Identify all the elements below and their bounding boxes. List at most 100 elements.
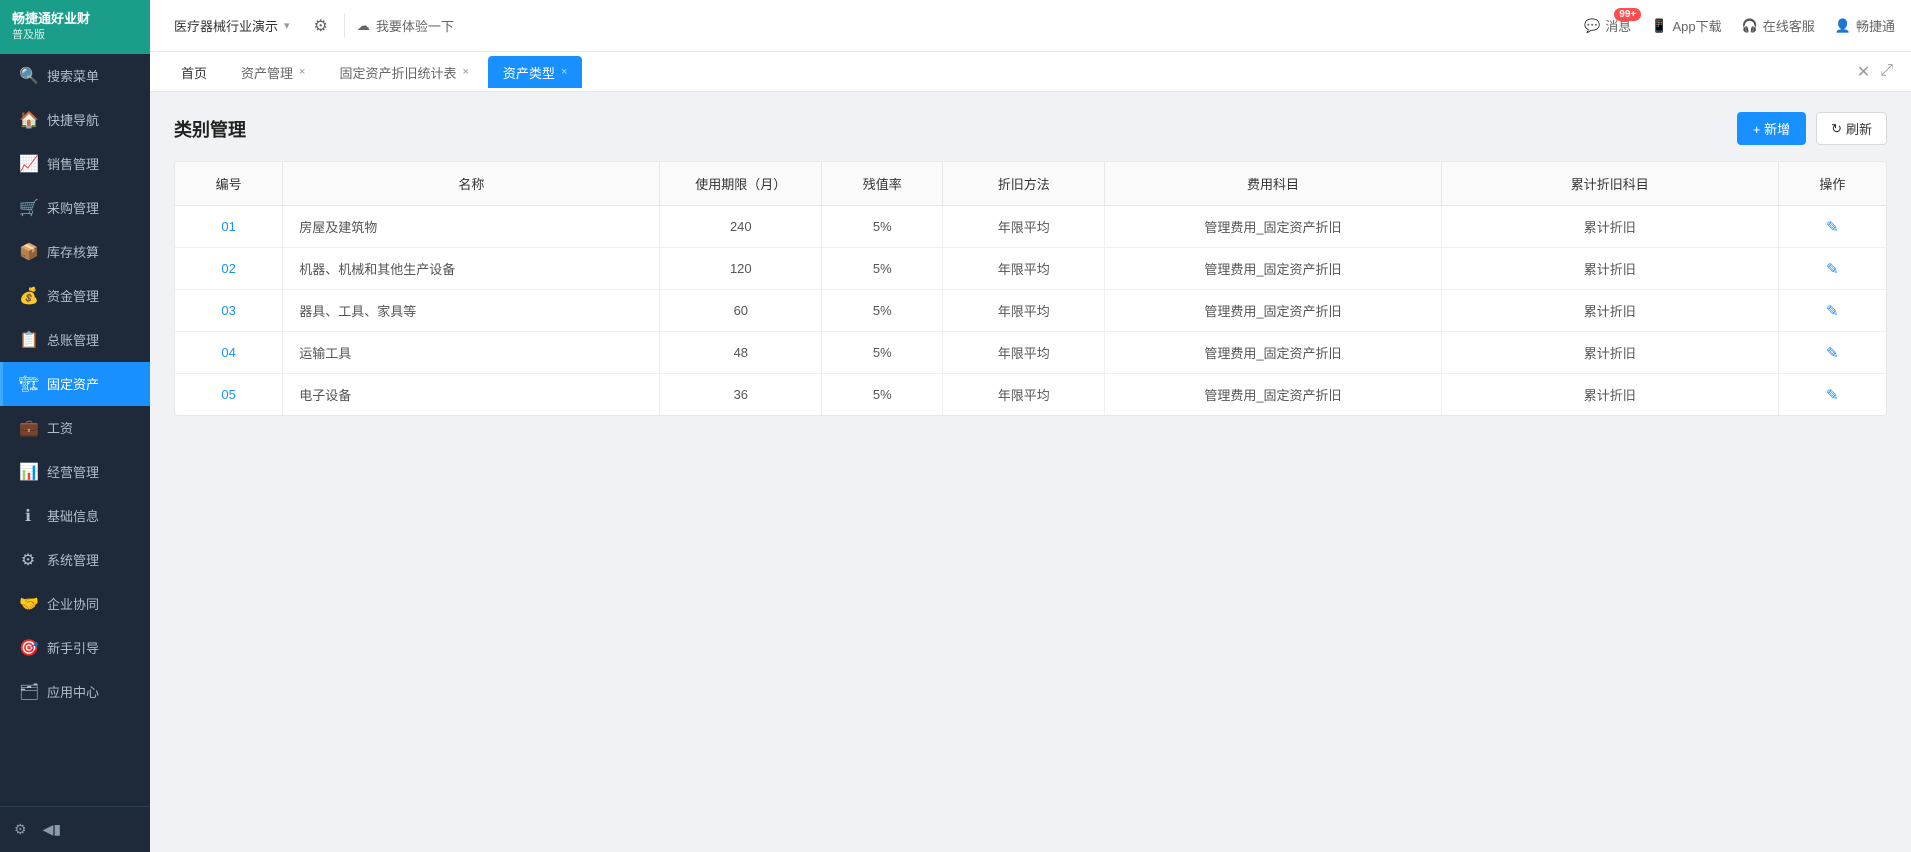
sidebar-label-8: 工资	[47, 418, 73, 437]
experience-label: 我要体验一下	[376, 16, 454, 35]
sidebar-item-6[interactable]: 📋总账管理	[0, 318, 150, 362]
edit-icon-4[interactable]: ✎	[1826, 387, 1839, 404]
sidebar-icon-1: 🏠	[19, 110, 37, 130]
cell-residual-4: 5%	[822, 374, 943, 416]
online-service-button[interactable]: 🎧 在线客服	[1742, 16, 1815, 35]
cell-method-0: 年限平均	[943, 206, 1105, 248]
experience-button[interactable]: ☁ 我要体验一下	[357, 16, 454, 35]
sidebar-item-9[interactable]: 📊 经营管理	[0, 450, 150, 494]
cell-accum-2: 累计折旧	[1441, 290, 1778, 332]
sidebar: 畅捷通好业财 普及版 🔍搜索菜单 🏠 快捷导航 📈销售管理🛒采购管理📦库存核算💰资金管…	[0, 0, 150, 852]
module-label: 医疗器械行业演示	[174, 16, 278, 35]
tab-label-2: 固定资产折旧统计表	[339, 63, 456, 82]
col-header-action: 操作	[1778, 162, 1886, 206]
sidebar-label-14: 应用中心	[47, 682, 99, 701]
cell-residual-3: 5%	[822, 332, 943, 374]
tab-0[interactable]: 首页	[166, 56, 222, 88]
sidebar-item-13[interactable]: 🎯 新手引导	[0, 626, 150, 670]
header-actions: + 新增 ↻ 刷新	[1737, 112, 1887, 145]
topbar-divider	[344, 14, 345, 38]
user-profile[interactable]: 👤 畅捷通	[1835, 16, 1895, 35]
sidebar-item-7[interactable]: 🏗固定资产	[0, 362, 150, 406]
tab-close-3[interactable]: ×	[561, 66, 567, 78]
sidebar-item-0[interactable]: 🔍搜索菜单	[0, 54, 150, 98]
sidebar-label-13: 新手引导	[47, 638, 99, 657]
sidebar-label-9: 经营管理	[47, 462, 99, 481]
maximize-icon[interactable]: ⤢	[1878, 60, 1895, 84]
cell-action-2: ✎	[1778, 290, 1886, 332]
table-header: 编号 名称 使用期限（月） 残值率 折旧方法 费用科目 累计折旧科目 操作	[175, 162, 1886, 206]
tab-2[interactable]: 固定资产折旧统计表 ×	[324, 56, 483, 88]
sidebar-icon-13: 🎯	[19, 638, 37, 658]
sidebar-item-12[interactable]: 🤝 企业协同	[0, 582, 150, 626]
cell-code-3: 04	[175, 332, 283, 374]
col-header-name: 名称	[283, 162, 660, 206]
cell-period-2: 60	[660, 290, 822, 332]
edit-icon-0[interactable]: ✎	[1826, 219, 1839, 236]
edit-icon-3[interactable]: ✎	[1826, 345, 1839, 362]
service-icon: 🎧	[1742, 18, 1758, 34]
collapse-icon[interactable]: ◀▮	[39, 817, 65, 842]
module-settings-icon[interactable]: ⚙	[310, 12, 332, 40]
cell-residual-0: 5%	[822, 206, 943, 248]
sidebar-label-6: 总账管理	[47, 330, 99, 349]
sidebar-item-5[interactable]: 💰资金管理	[0, 274, 150, 318]
sidebar-label-5: 资金管理	[47, 286, 99, 305]
cell-method-2: 年限平均	[943, 290, 1105, 332]
app-download-button[interactable]: 📱 App下载	[1651, 16, 1721, 35]
sidebar-icon-11: ⚙	[19, 550, 37, 570]
cell-expense-1: 管理费用_固定资产折旧	[1105, 248, 1442, 290]
close-tab-icon[interactable]: ✕	[1855, 60, 1872, 84]
cell-period-1: 120	[660, 248, 822, 290]
asset-type-table: 编号 名称 使用期限（月） 残值率 折旧方法 费用科目 累计折旧科目 操作 01…	[174, 161, 1887, 416]
col-header-accum: 累计折旧科目	[1441, 162, 1778, 206]
sidebar-icon-9: 📊	[19, 462, 37, 482]
sidebar-item-8[interactable]: 💼工资	[0, 406, 150, 450]
topbar-right: 💬 消息 99+ 📱 App下载 🎧 在线客服 👤 畅捷通	[1584, 16, 1895, 35]
tab-close-2[interactable]: ×	[462, 66, 468, 78]
sidebar-item-2[interactable]: 📈销售管理	[0, 142, 150, 186]
cell-period-4: 36	[660, 374, 822, 416]
sidebar-item-1[interactable]: 🏠 快捷导航	[0, 98, 150, 142]
tab-label-1: 资产管理	[241, 63, 293, 82]
sidebar-label-2: 销售管理	[47, 154, 99, 173]
refresh-button[interactable]: ↻ 刷新	[1816, 112, 1887, 145]
sidebar-item-4[interactable]: 📦库存核算	[0, 230, 150, 274]
tab-3[interactable]: 资产类型×	[488, 56, 582, 88]
new-button[interactable]: + 新增	[1737, 112, 1806, 145]
table-body: 01 房屋及建筑物 240 5% 年限平均 管理费用_固定资产折旧 累计折旧 ✎…	[175, 206, 1886, 416]
sidebar-icon-14: 🗂	[19, 682, 37, 702]
cell-expense-3: 管理费用_固定资产折旧	[1105, 332, 1442, 374]
sidebar-item-10[interactable]: ℹ基础信息	[0, 494, 150, 538]
edit-icon-1[interactable]: ✎	[1826, 261, 1839, 278]
edit-icon-2[interactable]: ✎	[1826, 303, 1839, 320]
sidebar-item-11[interactable]: ⚙ 系统管理	[0, 538, 150, 582]
table-row: 01 房屋及建筑物 240 5% 年限平均 管理费用_固定资产折旧 累计折旧 ✎	[175, 206, 1886, 248]
sidebar-item-3[interactable]: 🛒采购管理	[0, 186, 150, 230]
table-row: 02 机器、机械和其他生产设备 120 5% 年限平均 管理费用_固定资产折旧 …	[175, 248, 1886, 290]
page-title: 类别管理	[174, 116, 246, 142]
cell-method-4: 年限平均	[943, 374, 1105, 416]
module-selector[interactable]: 医疗器械行业演示 ▾	[166, 12, 298, 39]
sidebar-logo: 畅捷通好业财 普及版	[0, 0, 150, 54]
page-header: 类别管理 + 新增 ↻ 刷新	[174, 112, 1887, 145]
sidebar-icon-12: 🤝	[19, 594, 37, 614]
settings-icon[interactable]: ⚙	[10, 817, 31, 842]
cell-expense-0: 管理费用_固定资产折旧	[1105, 206, 1442, 248]
cell-name-2: 器具、工具、家具等	[283, 290, 660, 332]
sidebar-label-11: 系统管理	[47, 550, 99, 569]
sidebar-label-12: 企业协同	[47, 594, 99, 613]
tab-close-1[interactable]: ×	[299, 66, 305, 78]
cell-code-1: 02	[175, 248, 283, 290]
cell-action-3: ✎	[1778, 332, 1886, 374]
cell-expense-2: 管理费用_固定资产折旧	[1105, 290, 1442, 332]
sidebar-label-1: 快捷导航	[47, 110, 99, 129]
cell-period-0: 240	[660, 206, 822, 248]
sidebar-icon-4: 📦	[19, 242, 37, 262]
cell-code-4: 05	[175, 374, 283, 416]
message-icon: 💬	[1584, 18, 1600, 34]
messages-button[interactable]: 💬 消息 99+	[1584, 16, 1631, 35]
sidebar-item-14[interactable]: 🗂 应用中心	[0, 670, 150, 714]
tab-1[interactable]: 资产管理 ×	[226, 56, 320, 88]
cell-name-0: 房屋及建筑物	[283, 206, 660, 248]
